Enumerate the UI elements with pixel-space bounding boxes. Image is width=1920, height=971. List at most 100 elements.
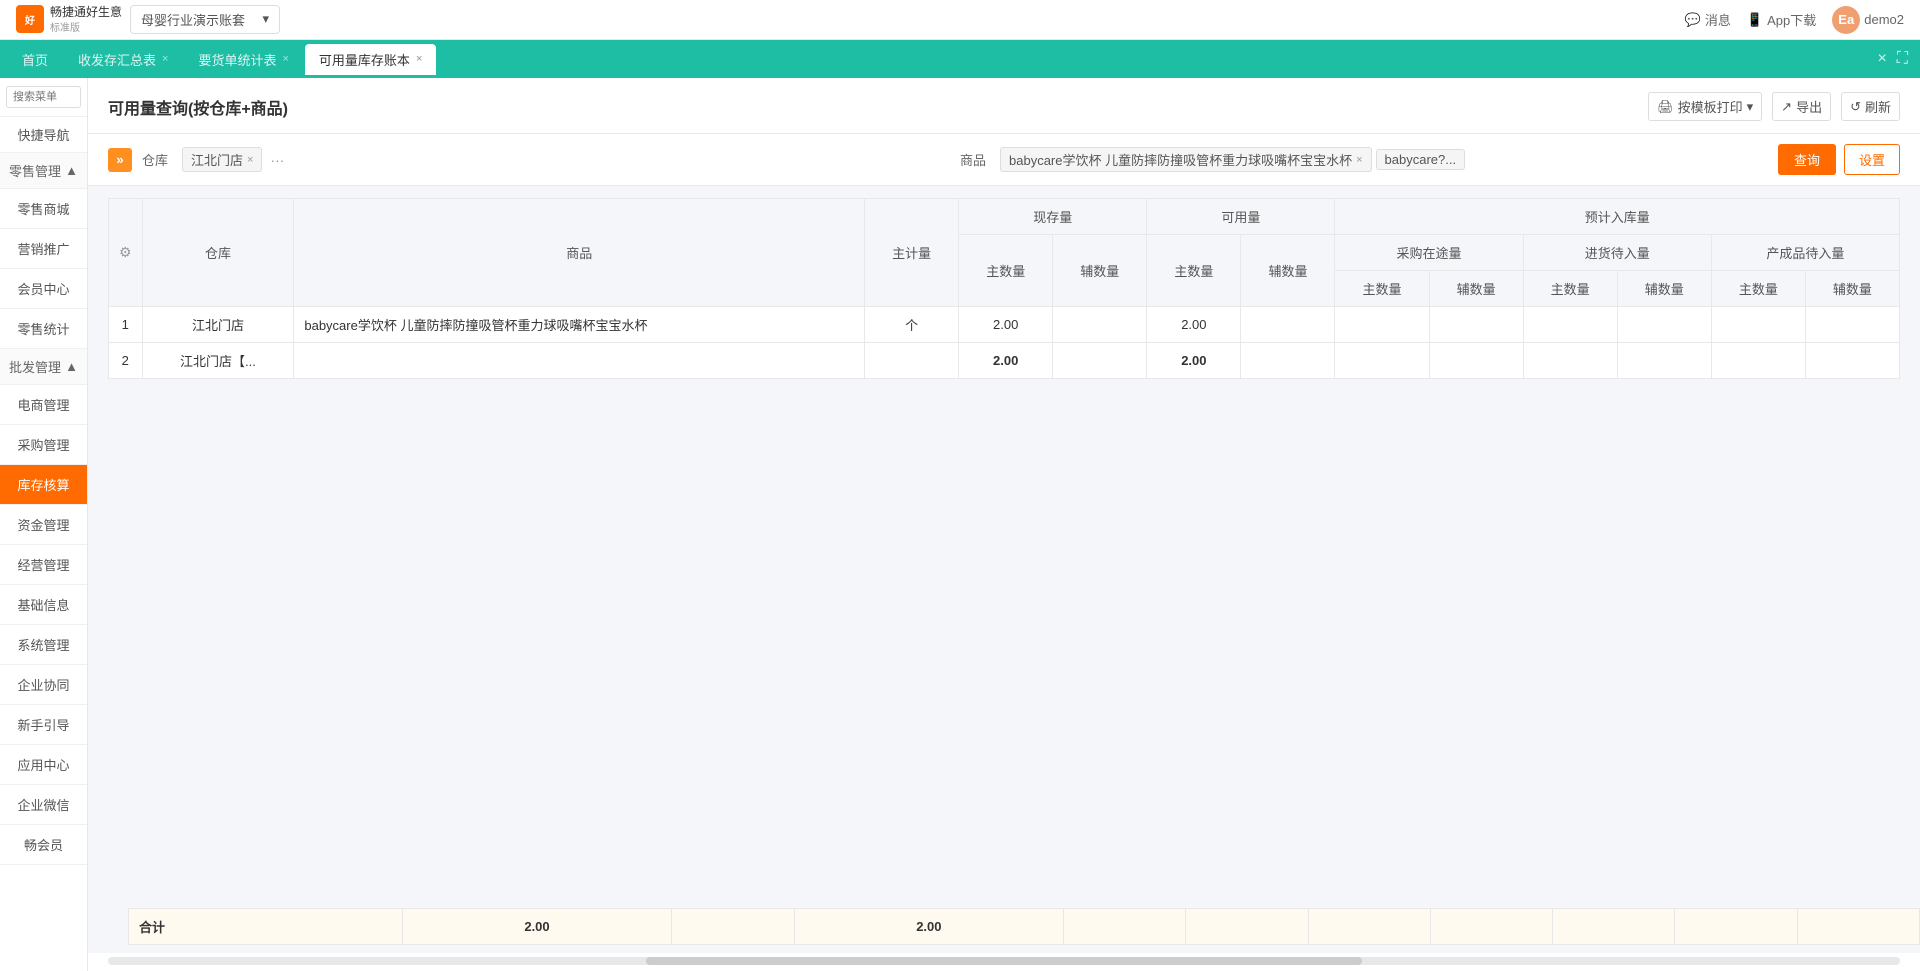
product-tag-1[interactable]: babycare?... [1376, 149, 1466, 170]
warehouse-label: 仓库 [142, 150, 168, 169]
col-settings-header[interactable]: ⚙ [109, 199, 143, 307]
logo-title: 畅捷通好生意 [50, 5, 122, 19]
sidebar-item-marketing[interactable]: 营销推广 [0, 229, 87, 269]
sidebar-item-enterprise-collab[interactable]: 企业协同 [0, 665, 87, 705]
tab-inventory-ledger-label: 可用量库存账本 [319, 50, 410, 69]
sidebar-item-finance-mgmt[interactable]: 资金管理 [0, 505, 87, 545]
table-container[interactable]: ⚙ 仓库 商品 主计量 现存量 可用量 预计入库量 主数量 辅数量 主数量 辅数… [88, 186, 1920, 908]
filter-expand-button[interactable]: » [108, 148, 132, 172]
warehouse-tag-0[interactable]: 江北门店 × [182, 147, 262, 172]
sidebar-label-retail-stats: 零售统计 [17, 319, 69, 338]
col-warehouse-header: 仓库 [142, 199, 294, 307]
chevron-icon-2: ▲ [65, 359, 78, 374]
sidebar-label-app-center: 应用中心 [17, 755, 69, 774]
warehouse-tags: 江北门店 × ··· [182, 147, 950, 172]
table-row: 1 江北门店 babycare学饮杯 儿童防摔防撞吸管杯重力球吸嘴杯宝宝水杯 个… [109, 307, 1900, 343]
footer-stock-aux [672, 909, 794, 945]
filter-dots[interactable]: ··· [266, 152, 288, 168]
row-index: 1 [109, 307, 143, 343]
warehouse-tag-0-remove[interactable]: × [247, 154, 253, 166]
row-available-aux [1241, 307, 1335, 343]
sidebar-item-vip-member[interactable]: 畅会员 [0, 825, 87, 865]
col-purchase-transit-header: 采购在途量 [1335, 235, 1523, 271]
col-unit-header: 主计量 [865, 199, 959, 307]
sidebar-item-system-mgmt[interactable]: 系统管理 [0, 625, 87, 665]
sidebar-item-enterprise-wechat[interactable]: 企业微信 [0, 785, 87, 825]
tab-receipt-summary[interactable]: 收发存汇总表 × [64, 44, 182, 75]
scrollbar-track[interactable] [108, 957, 1900, 965]
row-product [294, 343, 865, 379]
sidebar-item-basic-info[interactable]: 基础信息 [0, 585, 87, 625]
sidebar-item-quick-nav[interactable]: 快捷导航 [0, 117, 87, 153]
sidebar-item-ecommerce-mgmt[interactable]: 电商管理 [0, 385, 87, 425]
footer-finished-main [1675, 909, 1797, 945]
sidebar-item-member-center[interactable]: 会员中心 [0, 269, 87, 309]
refresh-button[interactable]: ↺ 刷新 [1841, 92, 1900, 121]
tab-order-stats[interactable]: 要货单统计表 × [184, 44, 302, 75]
page-title: 可用量查询(按仓库+商品) [108, 95, 288, 131]
store-selector[interactable]: 母婴行业演示账套 ▾ [130, 5, 280, 34]
col-purchase-transit-aux-header: 辅数量 [1429, 271, 1523, 307]
row-available-aux [1241, 343, 1335, 379]
row-incoming-main [1523, 343, 1617, 379]
product-tag-0[interactable]: babycare学饮杯 儿童防摔防撞吸管杯重力球吸嘴杯宝宝水杯 × [1000, 147, 1372, 172]
export-button[interactable]: ↗ 导出 [1772, 92, 1831, 121]
col-finished-goods-header: 产成品待入量 [1711, 235, 1899, 271]
sidebar-item-operations-mgmt[interactable]: 经营管理 [0, 545, 87, 585]
nav-tabs: 首页 收发存汇总表 × 要货单统计表 × 可用量库存账本 × × ⛶ [0, 40, 1920, 78]
print-button[interactable]: 🖨 按模板打印 ▾ [1648, 92, 1762, 121]
user-profile[interactable]: Ea demo2 [1832, 6, 1904, 34]
tab-inventory-ledger[interactable]: 可用量库存账本 × [305, 44, 436, 75]
app-download-button[interactable]: 📱 App下载 [1747, 10, 1816, 29]
sidebar-item-new-user-guide[interactable]: 新手引导 [0, 705, 87, 745]
message-icon: 💬 [1685, 12, 1701, 28]
footer-total-table: 合计 2.00 2.00 [128, 908, 1920, 945]
sidebar-item-inventory-check[interactable]: 库存核算 [0, 465, 87, 505]
tab-inventory-ledger-close[interactable]: × [416, 53, 422, 65]
table-header-row-1: ⚙ 仓库 商品 主计量 现存量 可用量 预计入库量 [109, 199, 1900, 235]
chevron-icon: ▲ [65, 163, 78, 178]
tab-order-stats-close[interactable]: × [282, 53, 288, 65]
sidebar-item-wholesale-mgmt[interactable]: 批发管理 ▲ [0, 349, 87, 385]
footer-available-aux [1064, 909, 1186, 945]
tab-home[interactable]: 首页 [8, 44, 62, 75]
col-stock-aux-header: 辅数量 [1053, 235, 1147, 307]
row-incoming-aux [1617, 307, 1711, 343]
row-product: babycare学饮杯 儿童防摔防撞吸管杯重力球吸嘴杯宝宝水杯 [294, 307, 865, 343]
sidebar-item-retail-stats[interactable]: 零售统计 [0, 309, 87, 349]
sidebar-item-app-center[interactable]: 应用中心 [0, 745, 87, 785]
product-tags: babycare学饮杯 儿童防摔防撞吸管杯重力球吸嘴杯宝宝水杯 × babyca… [1000, 147, 1768, 172]
footer-incoming-aux [1553, 909, 1675, 945]
footer-available-main: 2.00 [794, 909, 1064, 945]
chevron-down-icon-print: ▾ [1747, 99, 1754, 115]
sidebar-item-purchase-mgmt[interactable]: 采购管理 [0, 425, 87, 465]
footer-area: 合计 2.00 2.00 [88, 908, 1920, 953]
query-button[interactable]: 查询 [1778, 144, 1836, 175]
row-finished-aux [1805, 307, 1899, 343]
sidebar-label-wholesale-mgmt: 批发管理 [9, 357, 61, 376]
gear-icon[interactable]: ⚙ [119, 244, 132, 260]
col-available-header: 可用量 [1147, 199, 1335, 235]
search-input[interactable] [6, 86, 81, 108]
col-product-header: 商品 [294, 199, 865, 307]
sidebar-item-retail-mall[interactable]: 零售商城 [0, 189, 87, 229]
product-tag-0-remove[interactable]: × [1356, 154, 1362, 166]
window-close-icon[interactable]: × [1873, 46, 1890, 72]
sidebar-label-vip-member: 畅会员 [24, 835, 63, 854]
settings-button[interactable]: 设置 [1844, 144, 1900, 175]
sidebar-item-retail-mgmt[interactable]: 零售管理 ▲ [0, 153, 87, 189]
window-maximize-icon[interactable]: ⛶ [1893, 46, 1912, 72]
tab-receipt-summary-close[interactable]: × [162, 53, 168, 65]
row-warehouse: 江北门店 [142, 307, 294, 343]
footer-total-row: 合计 2.00 2.00 [129, 909, 1920, 945]
top-bar-right: 💬 消息 📱 App下载 Ea demo2 [1685, 6, 1904, 34]
scrollbar-thumb[interactable] [646, 957, 1363, 965]
row-purchase-transit-main [1335, 307, 1429, 343]
sidebar-label-finance-mgmt: 资金管理 [17, 515, 69, 534]
top-bar-left: 好 畅捷通好生意 标准版 母婴行业演示账套 ▾ [16, 5, 280, 34]
table-scrollbar-area [88, 953, 1920, 971]
row-incoming-main [1523, 307, 1617, 343]
logo-icon: 好 [16, 5, 44, 33]
message-button[interactable]: 💬 消息 [1685, 10, 1731, 29]
filter-btn-area: 查询 设置 [1778, 144, 1900, 175]
